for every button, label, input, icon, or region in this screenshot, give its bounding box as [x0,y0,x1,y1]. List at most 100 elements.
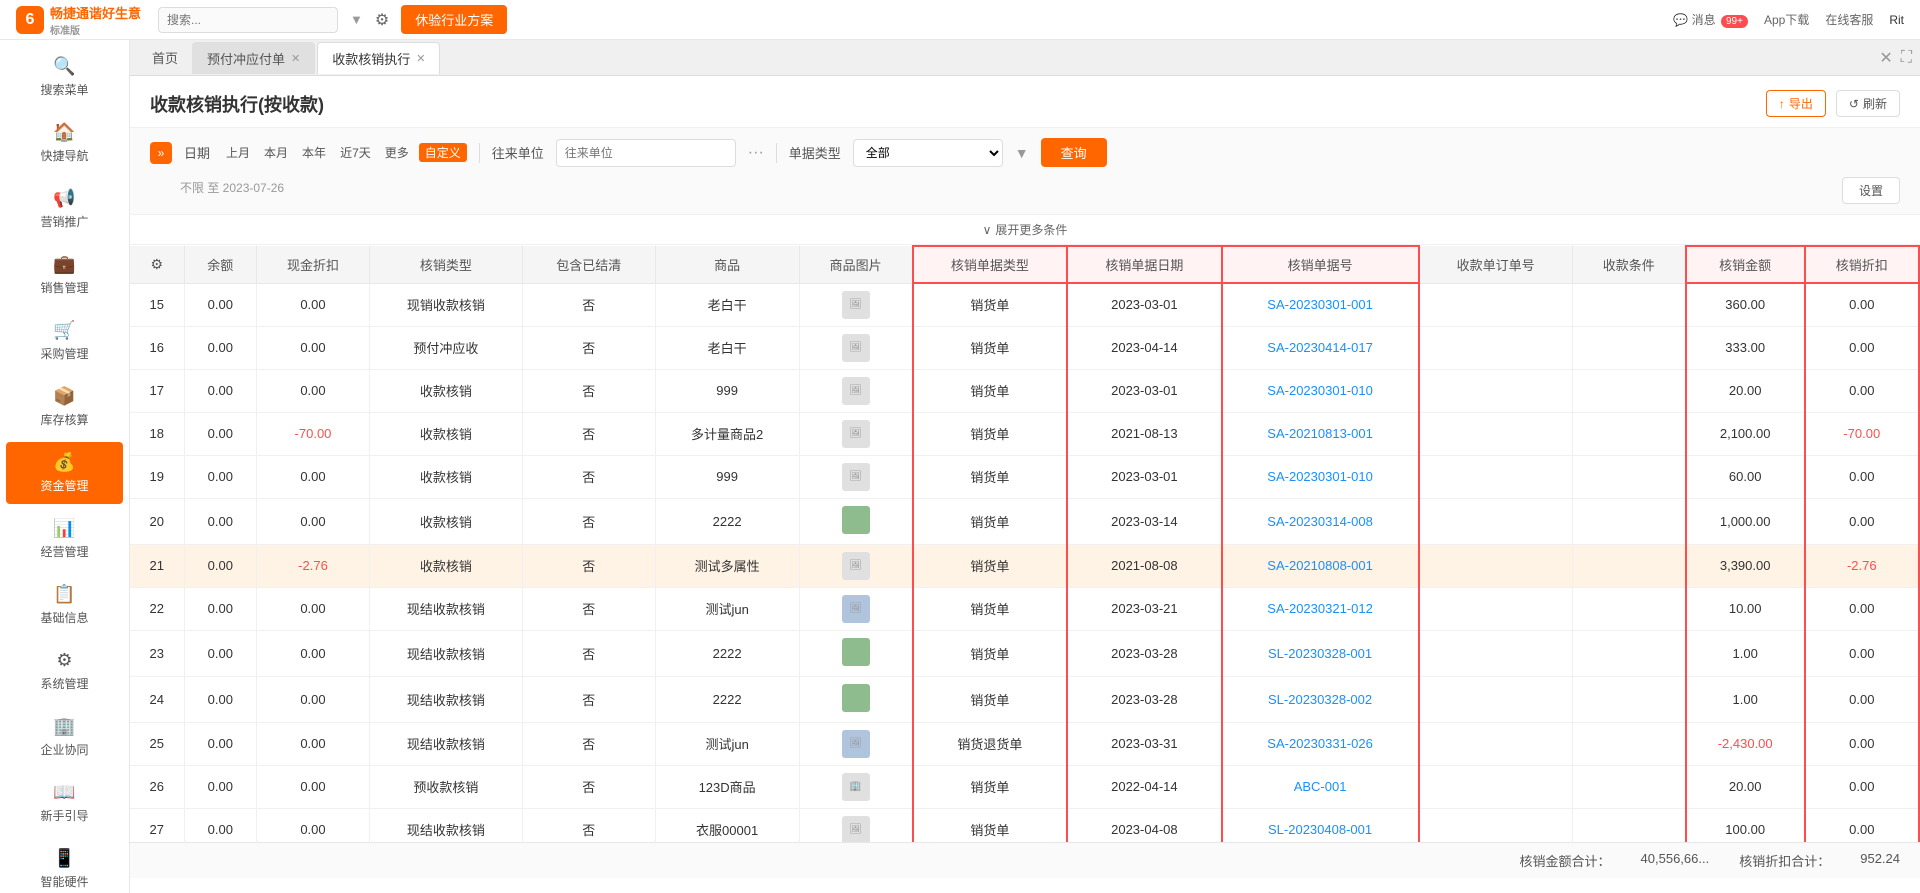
from-unit-label: 往来单位 [492,143,544,162]
cell-receipt-order-no [1419,808,1573,842]
table-row: 21 0.00 -2.76 收款核销 否 测试多属性 🖼 销货单 2021-08… [130,544,1919,587]
sidebar-item-system[interactable]: ⚙系统管理 [6,640,123,702]
cell-verify-bill-no[interactable]: SA-20210813-001 [1222,412,1419,455]
operation-icon: 📊 [53,518,75,539]
more-options-icon[interactable]: ··· [748,144,764,162]
cell-verify-bill-type: 销货单 [913,630,1067,676]
cell-cash-discount: 0.00 [257,455,370,498]
cell-balance: 0.00 [184,369,257,412]
cell-goods: 999 [655,369,799,412]
cell-verify-bill-no[interactable]: SA-20210808-001 [1222,544,1419,587]
cell-goods-img: 🖼 [799,369,913,412]
filter-expand-button[interactable]: » [150,142,172,164]
sidebar-item-basic[interactable]: 📋基础信息 [6,574,123,636]
sidebar-item-corp[interactable]: 🏢企业协同 [6,706,123,768]
date-this-month[interactable]: 本月 [260,142,292,163]
col-header-settings[interactable]: ⚙ [130,246,184,283]
verify-bill-no-link[interactable]: SA-20230314-008 [1267,514,1373,529]
cell-verify-bill-no[interactable]: SA-20230321-012 [1222,587,1419,630]
maximize-icon[interactable]: ⛶ [1901,49,1912,67]
user-name[interactable]: Rit [1889,13,1904,27]
col-header-verify-discount: 核销折扣 [1805,246,1919,283]
verify-discount-total: 952.24 [1860,851,1900,870]
cell-verify-bill-no[interactable]: SA-20230314-008 [1222,498,1419,544]
sidebar-item-finance[interactable]: 💰资金管理 [6,442,123,504]
gear-icon[interactable]: ⚙ [375,10,389,30]
settings-icon[interactable]: ⚙ [150,256,163,272]
verify-bill-no-link[interactable]: SA-20230301-010 [1267,469,1373,484]
verify-amount-total: 40,556,66... [1641,851,1710,870]
logo-icon: 6 [16,6,44,34]
verify-bill-no-link[interactable]: SA-20230321-012 [1267,601,1373,616]
cell-verify-bill-no[interactable]: SA-20230301-010 [1222,369,1419,412]
tab-prepay[interactable]: 预付冲应付单 ✕ [192,42,315,74]
sidebar-item-operation[interactable]: 📊经营管理 [6,508,123,570]
close-window-icon[interactable]: ✕ [1879,48,1892,68]
sidebar-label-purchase: 采购管理 [40,345,88,362]
cell-verify-amount: -2,430.00 [1686,722,1805,765]
table-row: 20 0.00 0.00 收款核销 否 2222 销货单 2023-03-14 … [130,498,1919,544]
date-more[interactable]: 更多 [381,142,413,163]
cell-verify-bill-no[interactable]: SA-20230301-010 [1222,455,1419,498]
messages-button[interactable]: 💬 消息 99+ [1673,11,1748,28]
cell-verify-bill-no[interactable]: SA-20230331-026 [1222,722,1419,765]
app-download-button[interactable]: App下载 [1764,11,1809,28]
sidebar-item-inventory[interactable]: 📦库存核算 [6,376,123,438]
verify-bill-no-link[interactable]: SA-20230414-017 [1267,340,1373,355]
refresh-button[interactable]: ↺ 刷新 [1836,90,1900,117]
cell-verify-discount: 0.00 [1805,676,1919,722]
verify-bill-no-link[interactable]: ABC-001 [1294,779,1347,794]
sidebar-item-guide[interactable]: 📖新手引导 [6,772,123,834]
export-button[interactable]: ↑ 导出 [1766,90,1826,117]
cell-verify-bill-no[interactable]: SA-20230414-017 [1222,326,1419,369]
receipt-type-select[interactable]: 全部 [853,139,1003,167]
verify-bill-no-link[interactable]: SA-20230301-001 [1267,297,1373,312]
cell-verify-discount: 0.00 [1805,283,1919,326]
tab-prepay-close[interactable]: ✕ [291,52,300,65]
verify-bill-no-link[interactable]: SA-20210813-001 [1267,426,1373,441]
cell-seq: 22 [130,587,184,630]
cell-cash-discount: 0.00 [257,326,370,369]
date-links: 上月 本月 本年 近7天 更多 自定义 [222,142,467,163]
sidebar-item-purchase[interactable]: 🛒采购管理 [6,310,123,372]
table-row: 25 0.00 0.00 现结收款核销 否 测试jun 🖼 销货退货单 2023… [130,722,1919,765]
sidebar-item-quick[interactable]: 🏠快捷导航 [6,112,123,174]
tab-home[interactable]: 首页 [138,42,192,73]
cell-cash-discount: 0.00 [257,808,370,842]
verify-bill-no-link[interactable]: SL-20230408-001 [1268,822,1372,837]
verify-bill-no-link[interactable]: SL-20230328-001 [1268,646,1372,661]
industry-solution-button[interactable]: 休验行业方案 [401,5,507,34]
cell-verify-bill-no[interactable]: SL-20230328-001 [1222,630,1419,676]
date-this-year[interactable]: 本年 [298,142,330,163]
cell-verify-type: 现结收款核销 [369,587,522,630]
verify-bill-no-link[interactable]: SA-20230301-010 [1267,383,1373,398]
cell-receipt-condition [1572,630,1686,676]
verify-bill-no-link[interactable]: SL-20230328-002 [1268,692,1372,707]
verify-bill-no-link[interactable]: SA-20210808-001 [1267,558,1373,573]
tab-verify-close[interactable]: ✕ [416,52,425,65]
verify-bill-no-link[interactable]: SA-20230331-026 [1267,736,1373,751]
cell-verify-bill-no[interactable]: SL-20230328-002 [1222,676,1419,722]
sidebar-item-marketing[interactable]: 📢营销推广 [6,178,123,240]
setting-button[interactable]: 设置 [1842,177,1900,204]
cell-verify-bill-no[interactable]: ABC-001 [1222,765,1419,808]
data-table-wrapper: ⚙ 余额 现金折扣 核销类型 包含已结清 商品 商品图片 核销单据类型 核销单据… [130,245,1920,842]
cell-verify-date: 2023-03-28 [1067,630,1221,676]
from-unit-input[interactable] [556,139,736,167]
expand-more-bar[interactable]: ∨ 展开更多条件 [130,215,1920,245]
search-input[interactable] [158,7,338,33]
query-button[interactable]: 查询 [1041,138,1107,167]
tab-actions: ✕ ⛶ [1879,48,1912,68]
date-last-month[interactable]: 上月 [222,142,254,163]
sidebar-item-search[interactable]: 🔍搜索菜单 [6,46,123,108]
date-custom[interactable]: 自定义 [419,143,467,162]
cell-balance: 0.00 [184,587,257,630]
sidebar-item-hardware[interactable]: 📱智能硬件 [6,838,123,893]
dropdown-arrow-icon[interactable]: ▼ [350,12,363,27]
online-service-button[interactable]: 在线客服 [1825,11,1873,28]
cell-verify-bill-no[interactable]: SL-20230408-001 [1222,808,1419,842]
sidebar-item-sales[interactable]: 💼销售管理 [6,244,123,306]
cell-verify-bill-no[interactable]: SA-20230301-001 [1222,283,1419,326]
date-last-7days[interactable]: 近7天 [336,142,375,163]
tab-verify[interactable]: 收款核销执行 ✕ [317,42,440,74]
